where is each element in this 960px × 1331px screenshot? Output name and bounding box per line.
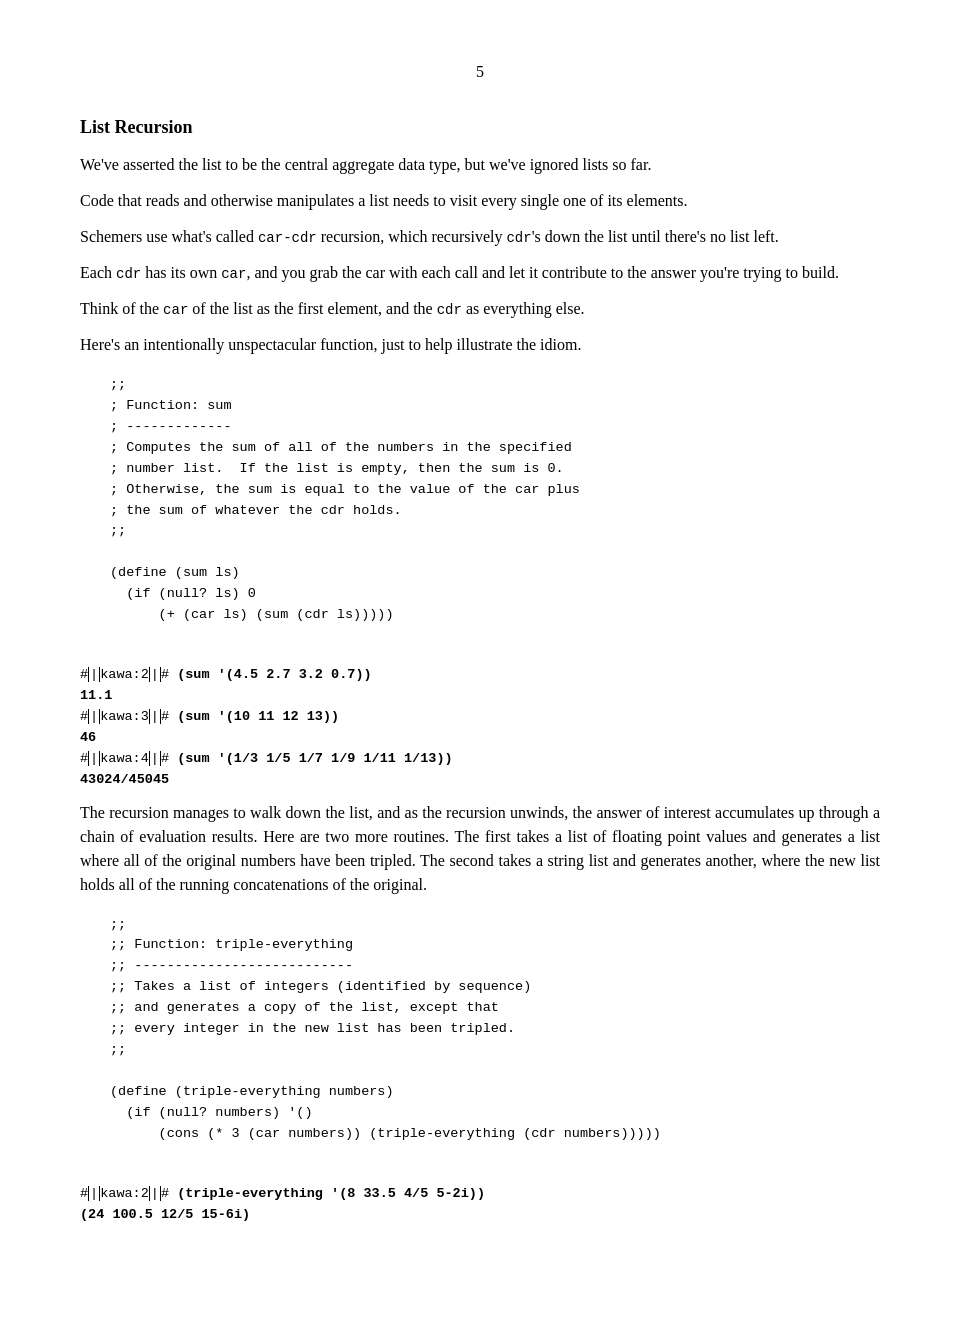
p4-text-2: has its own <box>141 264 221 281</box>
p5-text-3: as everything else. <box>462 300 585 317</box>
repl-1-line-2: #|kawa:3|# (sum '(10 11 12 13)) <box>80 709 339 724</box>
p5-text-1: Think of the <box>80 300 163 317</box>
repl-1-line-3: #|kawa:4|# (sum '(1/3 1/5 1/7 1/9 1/11 1… <box>80 751 453 766</box>
repl-result-4: (24 100.5 12/5 15-6i) <box>80 1207 250 1222</box>
repl-input-3: (sum '(1/3 1/5 1/7 1/9 1/11 1/13)) <box>169 751 453 766</box>
p5-code2: cdr <box>437 302 462 318</box>
code-block-1: ;; ; Function: sum ; ------------- ; Com… <box>110 375 880 626</box>
p4-text-3: , and you grab the car with each call an… <box>246 264 838 281</box>
page-number: 5 <box>80 60 880 84</box>
repl-input-1: (sum '(4.5 2.7 3.2 0.7)) <box>169 667 372 682</box>
p5-code1: car <box>163 302 188 318</box>
p3-code2: cdr <box>506 230 531 246</box>
paragraph-4: Each cdr has its own car, and you grab t… <box>80 261 880 285</box>
paragraph-2: Code that reads and otherwise manipulate… <box>80 189 880 213</box>
paragraph-6: Here's an intentionally unspectacular fu… <box>80 333 880 357</box>
p3-text-3: 's down the list until there's no list l… <box>532 228 779 245</box>
repl-input-2: (sum '(10 11 12 13)) <box>169 709 339 724</box>
repl-block-2: #|kawa:2|# (triple-everything '(8 33.5 4… <box>80 1163 880 1226</box>
repl-input-4: (triple-everything '(8 33.5 4/5 5-2i)) <box>169 1186 485 1201</box>
p4-text-1: Each <box>80 264 116 281</box>
p4-code2: car <box>221 266 246 282</box>
p4-code1: cdr <box>116 266 141 282</box>
repl-2-line-1: #|kawa:2|# (triple-everything '(8 33.5 4… <box>80 1186 485 1201</box>
page: 5 List Recursion We've asserted the list… <box>0 0 960 1331</box>
repl-1-line-1: #|kawa:2|# (sum '(4.5 2.7 3.2 0.7)) <box>80 667 372 682</box>
p5-text-2: of the list as the first element, and th… <box>188 300 436 317</box>
repl-prompt-2: #|kawa:3|# <box>80 709 169 724</box>
code-block-2: ;; ;; Function: triple-everything ;; ---… <box>110 915 880 1145</box>
paragraph-1: We've asserted the list to be the centra… <box>80 153 880 177</box>
repl-block-1: #|kawa:2|# (sum '(4.5 2.7 3.2 0.7)) 11.1… <box>80 644 880 790</box>
repl-prompt-4: #|kawa:2|# <box>80 1186 169 1201</box>
repl-prompt-1: #|kawa:2|# <box>80 667 169 682</box>
p3-text-2: recursion, which recursively <box>317 228 507 245</box>
repl-prompt-3: #|kawa:4|# <box>80 751 169 766</box>
p3-text-1: Schemers use what's called <box>80 228 258 245</box>
section-title: List Recursion <box>80 114 880 141</box>
repl-result-1: 11.1 <box>80 688 112 703</box>
paragraph-3: Schemers use what's called car-cdr recur… <box>80 225 880 249</box>
paragraph-5: Think of the car of the list as the firs… <box>80 297 880 321</box>
p3-code1: car-cdr <box>258 230 317 246</box>
paragraph-after-repl1: The recursion manages to walk down the l… <box>80 801 880 897</box>
repl-result-3: 43024/45045 <box>80 772 169 787</box>
repl-result-2: 46 <box>80 730 96 745</box>
